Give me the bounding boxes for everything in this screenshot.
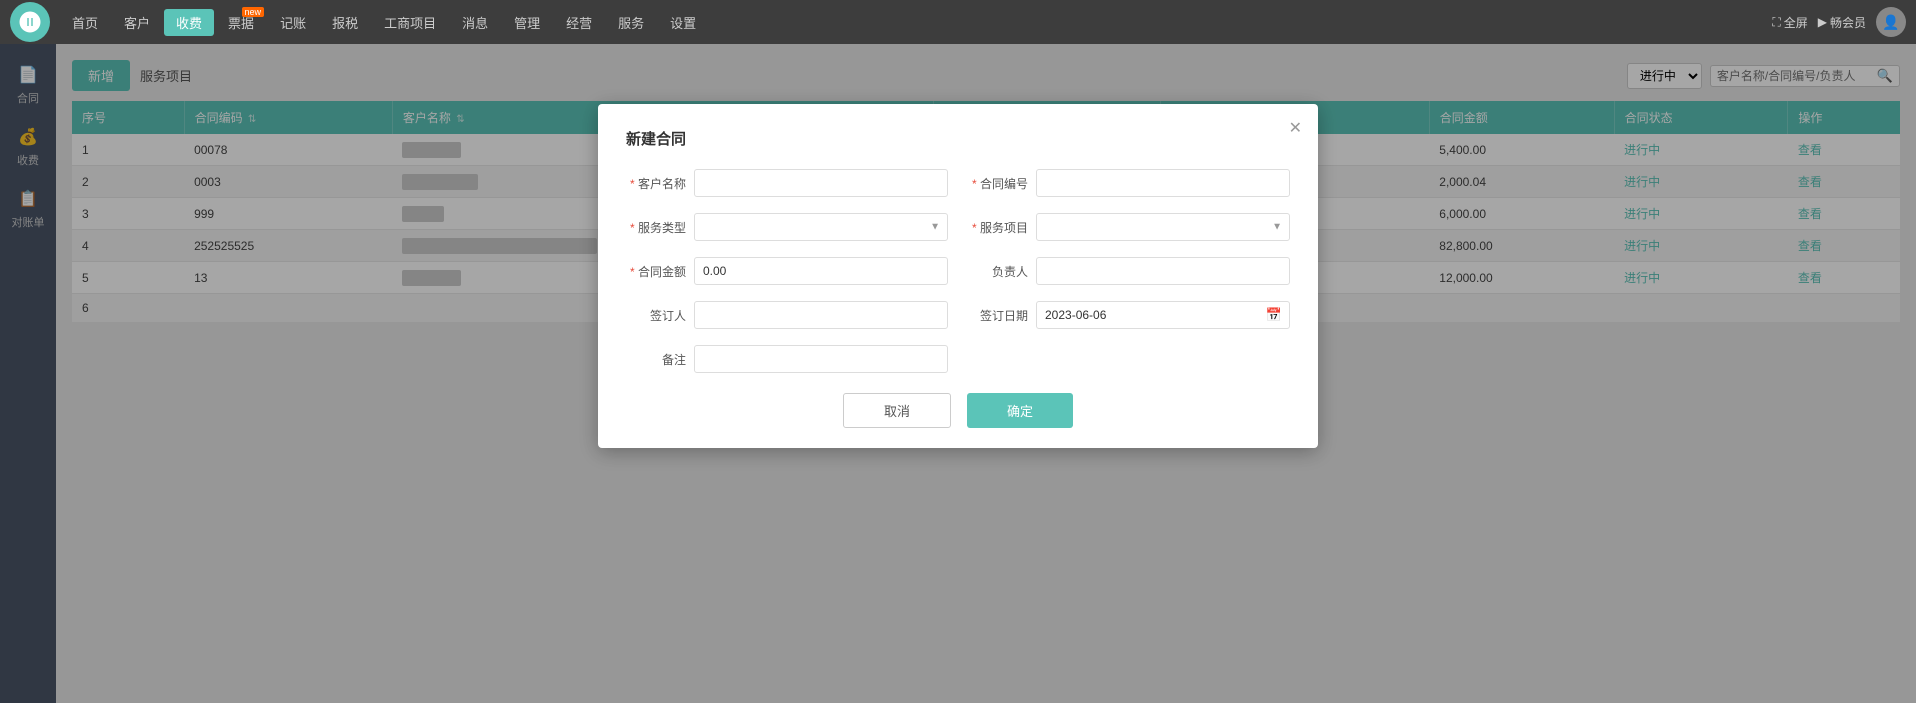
customer-name-input[interactable] (694, 169, 948, 197)
note-group: 备注 (626, 345, 948, 373)
contract-no-label: 合同编号 (968, 175, 1028, 192)
service-type-label: 服务类型 (626, 219, 686, 236)
member-button[interactable]: ▶ 畅会员 (1818, 14, 1866, 31)
fullscreen-button[interactable]: ⛶ 全屏 (1772, 14, 1807, 31)
responsible-label: 负责人 (968, 263, 1028, 280)
confirm-button[interactable]: 确定 (967, 393, 1073, 428)
service-item-select[interactable] (1036, 213, 1290, 241)
nav-service[interactable]: 服务 (606, 9, 656, 36)
signer-label: 签订人 (626, 307, 686, 324)
new-badge: new (242, 7, 265, 17)
service-item-select-wrapper: ▼ (1036, 213, 1290, 241)
sign-date-input[interactable] (1036, 301, 1290, 329)
nav-billing[interactable]: 收费 (164, 9, 214, 36)
contract-amount-input[interactable] (694, 257, 948, 285)
cancel-button[interactable]: 取消 (843, 393, 951, 428)
fullscreen-icon: ⛶ (1772, 15, 1780, 30)
contract-no-group: 合同编号 (968, 169, 1290, 197)
contract-no-input[interactable] (1036, 169, 1290, 197)
nav-message[interactable]: 消息 (450, 9, 500, 36)
top-navigation: 首页 客户 收费 票据 new 记账 报税 工商项目 消息 管理 经营 服务 设… (0, 0, 1916, 44)
customer-name-group: 客户名称 (626, 169, 948, 197)
form-row-2: 服务类型 ▼ 服务项目 (626, 213, 1290, 241)
customer-name-label: 客户名称 (626, 175, 686, 192)
nav-manage[interactable]: 管理 (502, 9, 552, 36)
nav-settings[interactable]: 设置 (658, 9, 708, 36)
app-logo (10, 2, 50, 42)
avatar[interactable]: 👤 (1876, 7, 1906, 37)
sign-date-group: 签订日期 📅 (968, 301, 1290, 329)
contract-amount-group: 合同金额 (626, 257, 948, 285)
note-input[interactable] (694, 345, 948, 373)
service-type-select[interactable] (694, 213, 948, 241)
modal-overlay: 新建合同 ✕ 客户名称 合同编号 服务类型 (56, 44, 1916, 703)
calendar-icon[interactable]: 📅 (1266, 307, 1282, 323)
new-contract-dialog: 新建合同 ✕ 客户名称 合同编号 服务类型 (598, 104, 1318, 448)
play-icon: ▶ (1818, 15, 1827, 29)
dialog-title: 新建合同 (626, 128, 1290, 149)
note-label: 备注 (626, 351, 686, 368)
nav-tax[interactable]: 报税 (320, 9, 370, 36)
nav-business[interactable]: 工商项目 (372, 9, 448, 36)
nav-bookkeeping[interactable]: 记账 (268, 9, 318, 36)
service-item-label: 服务项目 (968, 219, 1028, 236)
sign-date-label: 签订日期 (968, 307, 1028, 324)
responsible-input[interactable] (1036, 257, 1290, 285)
responsible-group: 负责人 (968, 257, 1290, 285)
nav-home[interactable]: 首页 (60, 9, 110, 36)
form-row-1: 客户名称 合同编号 (626, 169, 1290, 197)
signer-input[interactable] (694, 301, 948, 329)
top-nav-right: ⛶ 全屏 ▶ 畅会员 👤 (1772, 7, 1906, 37)
service-item-group: 服务项目 ▼ (968, 213, 1290, 241)
nav-customer[interactable]: 客户 (112, 9, 162, 36)
contract-amount-label: 合同金额 (626, 263, 686, 280)
form-row-5: 备注 (626, 345, 1290, 373)
nav-invoice[interactable]: 票据 new (216, 9, 266, 36)
form-row-3: 合同金额 负责人 (626, 257, 1290, 285)
service-type-select-wrapper: ▼ (694, 213, 948, 241)
sign-date-wrapper: 📅 (1036, 301, 1290, 329)
service-type-group: 服务类型 ▼ (626, 213, 948, 241)
content-area: 新增 服务项目 进行中 已完成 已终止 🔍 序号 合同编码 ⇅ (56, 44, 1916, 703)
form-row-4: 签订人 签订日期 📅 (626, 301, 1290, 329)
nav-menu: 首页 客户 收费 票据 new 记账 报税 工商项目 消息 管理 经营 服务 设… (60, 9, 1772, 36)
main-layout: 📄 合同 💰 收费 📋 对账单 新增 服务项目 进行中 已完成 已终止 (0, 44, 1916, 703)
dialog-footer: 取消 确定 (626, 393, 1290, 428)
signer-group: 签订人 (626, 301, 948, 329)
close-icon[interactable]: ✕ (1289, 118, 1302, 138)
nav-operation[interactable]: 经营 (554, 9, 604, 36)
